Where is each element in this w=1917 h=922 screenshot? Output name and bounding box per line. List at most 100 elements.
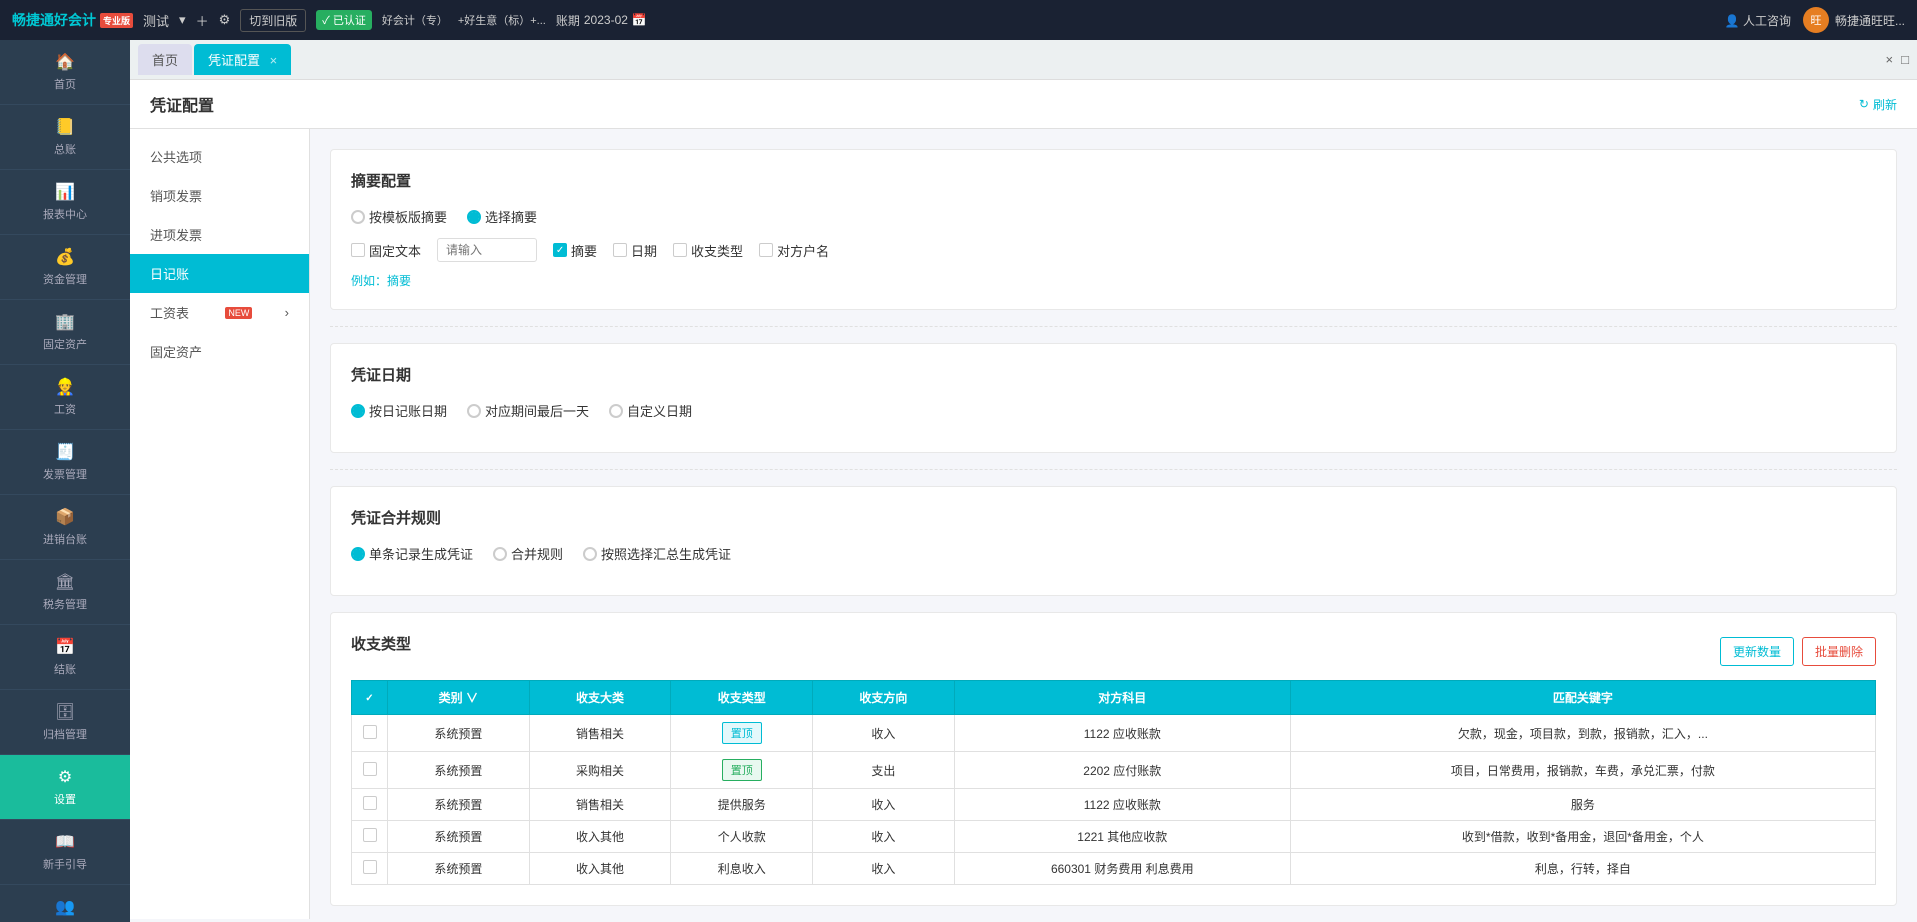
consult-btn[interactable]: 👤 人工咨询 (1725, 12, 1791, 29)
left-nav-public[interactable]: 公共选项 (130, 137, 309, 176)
row-major: 采购相关 (529, 752, 671, 789)
radio-merge-rule[interactable]: 合并规则 (493, 544, 563, 563)
row-checkbox-cell[interactable] (352, 821, 388, 853)
batch-delete-btn[interactable]: 批量删除 (1802, 637, 1876, 666)
row-checkbox-4[interactable] (363, 860, 377, 874)
left-nav-journal[interactable]: 日记账 (130, 254, 309, 293)
row-category: 系统预置 (388, 752, 530, 789)
sidebar-item-member[interactable]: 👥 畅会员 (0, 885, 130, 922)
logo-text: 畅捷通好会计 (12, 10, 96, 30)
sidebar-label-home: 首页 (54, 76, 76, 92)
switch-version-btn[interactable]: 切到旧版 (240, 9, 306, 32)
tab-home[interactable]: 首页 (138, 44, 192, 75)
tab-bar: 首页 凭证配置 × × □ (130, 40, 1917, 80)
date-title: 凭证日期 (351, 364, 1876, 385)
merge-radio-group: 单条记录生成凭证 合并规则 按照选择汇总生成凭证 (351, 544, 1876, 563)
tax-icon: 🏛 (55, 572, 75, 592)
close-period-icon: 📅 (55, 637, 75, 657)
radio-template-summary[interactable]: 按模板版摘要 (351, 207, 447, 226)
topbar-gear[interactable]: ⚙ (219, 12, 231, 28)
funds-icon: 💰 (55, 247, 75, 267)
checkbox-abstract[interactable]: ✓ 摘要 (553, 241, 597, 260)
radio-custom-date[interactable]: 自定义日期 (609, 401, 692, 420)
row-checkbox-3[interactable] (363, 828, 377, 842)
th-category: 类别 ∨ (388, 681, 530, 715)
row-subject: 2202 应付账款 (954, 752, 1290, 789)
sidebar-item-invoice[interactable]: 🧾 发票管理 (0, 430, 130, 495)
sidebar-item-funds[interactable]: 💰 资金管理 (0, 235, 130, 300)
table-header-row: 收支类型 更新数量 批量删除 (351, 633, 1876, 670)
company-dropdown[interactable]: ▾ (179, 12, 186, 28)
th-checkbox[interactable]: ✓ (352, 681, 388, 715)
table-row: 系统预置销售相关置顶收入1122 应收账款欠款，现金，项目款，到款，报销款，汇入… (352, 715, 1876, 752)
checkbox-fixed-text[interactable]: 固定文本 (351, 241, 421, 260)
sidebar-item-tax[interactable]: 🏛 税务管理 (0, 560, 130, 625)
row-checkbox-cell[interactable] (352, 752, 388, 789)
sidebar-item-salary[interactable]: 👷 工资 (0, 365, 130, 430)
radio-circle-select (467, 210, 481, 224)
sidebar-item-ledger[interactable]: 📒 总账 (0, 105, 130, 170)
left-nav-fixed-assets[interactable]: 固定资产 (130, 332, 309, 371)
radio-circle-merge (493, 547, 507, 561)
radio-summary-generate[interactable]: 按照选择汇总生成凭证 (583, 544, 731, 563)
reports-icon: 📊 (55, 182, 75, 202)
checkbox-date[interactable]: 日期 (613, 241, 657, 260)
table-row: 系统预置收入其他个人收款收入1221 其他应收款收到*借款，收到*备用金，退回*… (352, 821, 1876, 853)
sidebar-item-close[interactable]: 📅 结账 (0, 625, 130, 690)
row-checkbox-0[interactable] (363, 725, 377, 739)
left-nav-sales-invoice[interactable]: 销项发票 (130, 176, 309, 215)
sidebar-label-invoice: 发票管理 (43, 466, 87, 482)
sidebar-label-settings: 设置 (54, 791, 76, 807)
consult-icon: 👤 (1725, 14, 1740, 28)
row-checkbox-cell[interactable] (352, 715, 388, 752)
fixed-text-input[interactable] (437, 238, 537, 262)
settings-icon: ⚙ (58, 767, 72, 787)
salary-icon: 👷 (55, 377, 75, 397)
row-checkbox-cell[interactable] (352, 789, 388, 821)
radio-circle-journal (351, 404, 365, 418)
sidebar-item-home[interactable]: 🏠 首页 (0, 40, 130, 105)
avatar: 旺 (1803, 7, 1829, 33)
row-major: 销售相关 (529, 789, 671, 821)
row-category: 系统预置 (388, 821, 530, 853)
left-nav: 公共选项 销项发票 进项发票 日记账 工资表 NEW › (130, 129, 310, 919)
radio-period-last[interactable]: 对应期间最后一天 (467, 401, 589, 420)
tab-close-icon[interactable]: × (270, 53, 278, 68)
page-title: 凭证配置 (150, 92, 214, 116)
sidebar: 🏠 首页 📒 总账 📊 报表中心 💰 资金管理 🏢 固定资产 👷 工资 🧾 发票… (0, 40, 130, 922)
row-major: 销售相关 (529, 715, 671, 752)
inner-layout: 公共选项 销项发票 进项发票 日记账 工资表 NEW › (130, 129, 1917, 919)
date-radio-group: 按日记账日期 对应期间最后一天 自定义日期 (351, 401, 1876, 420)
logo-badge: 专业版 (100, 13, 133, 28)
checkbox-income-type[interactable]: 收支类型 (673, 241, 743, 260)
row-checkbox-cell[interactable] (352, 853, 388, 885)
table-row: 系统预置销售相关提供服务收入1122 应收账款服务 (352, 789, 1876, 821)
sidebar-item-archive[interactable]: 🗄 归档管理 (0, 690, 130, 755)
row-type: 提供服务 (671, 789, 813, 821)
row-checkbox-2[interactable] (363, 796, 377, 810)
sidebar-item-assets[interactable]: 🏢 固定资产 (0, 300, 130, 365)
sidebar-item-purchase[interactable]: 📦 进销台账 (0, 495, 130, 560)
row-keywords: 利息，行转，择自 (1290, 853, 1875, 885)
radio-journal-date[interactable]: 按日记账日期 (351, 401, 447, 420)
row-keywords: 欠款，现金，项目款，到款，报销款，汇入，... (1290, 715, 1875, 752)
table-row: 系统预置采购相关置顶支出2202 应付账款项目，日常费用，报销款，车费，承兑汇票… (352, 752, 1876, 789)
sidebar-item-guide[interactable]: 📖 新手引导 (0, 820, 130, 885)
window-maximize-btn[interactable]: □ (1901, 52, 1909, 67)
window-close-btn[interactable]: × (1886, 52, 1894, 67)
checkbox-counterparty[interactable]: 对方户名 (759, 241, 829, 260)
radio-single-record[interactable]: 单条记录生成凭证 (351, 544, 473, 563)
refresh-btn[interactable]: ↻ 刷新 (1859, 96, 1897, 113)
tab-voucher-config[interactable]: 凭证配置 × (194, 44, 291, 75)
update-count-btn[interactable]: 更新数量 (1720, 637, 1794, 666)
radio-select-summary[interactable]: 选择摘要 (467, 207, 537, 226)
type-tag: 置顶 (722, 759, 762, 781)
sidebar-item-settings[interactable]: ⚙ 设置 (0, 755, 130, 820)
topbar-plus[interactable]: ＋ (196, 11, 209, 30)
row-checkbox-1[interactable] (363, 762, 377, 776)
sidebar-item-reports[interactable]: 📊 报表中心 (0, 170, 130, 235)
left-nav-purchase-invoice[interactable]: 进项发票 (130, 215, 309, 254)
type-tag: 置顶 (722, 722, 762, 744)
th-major: 收支大类 (529, 681, 671, 715)
left-nav-payroll[interactable]: 工资表 NEW › (130, 293, 309, 332)
